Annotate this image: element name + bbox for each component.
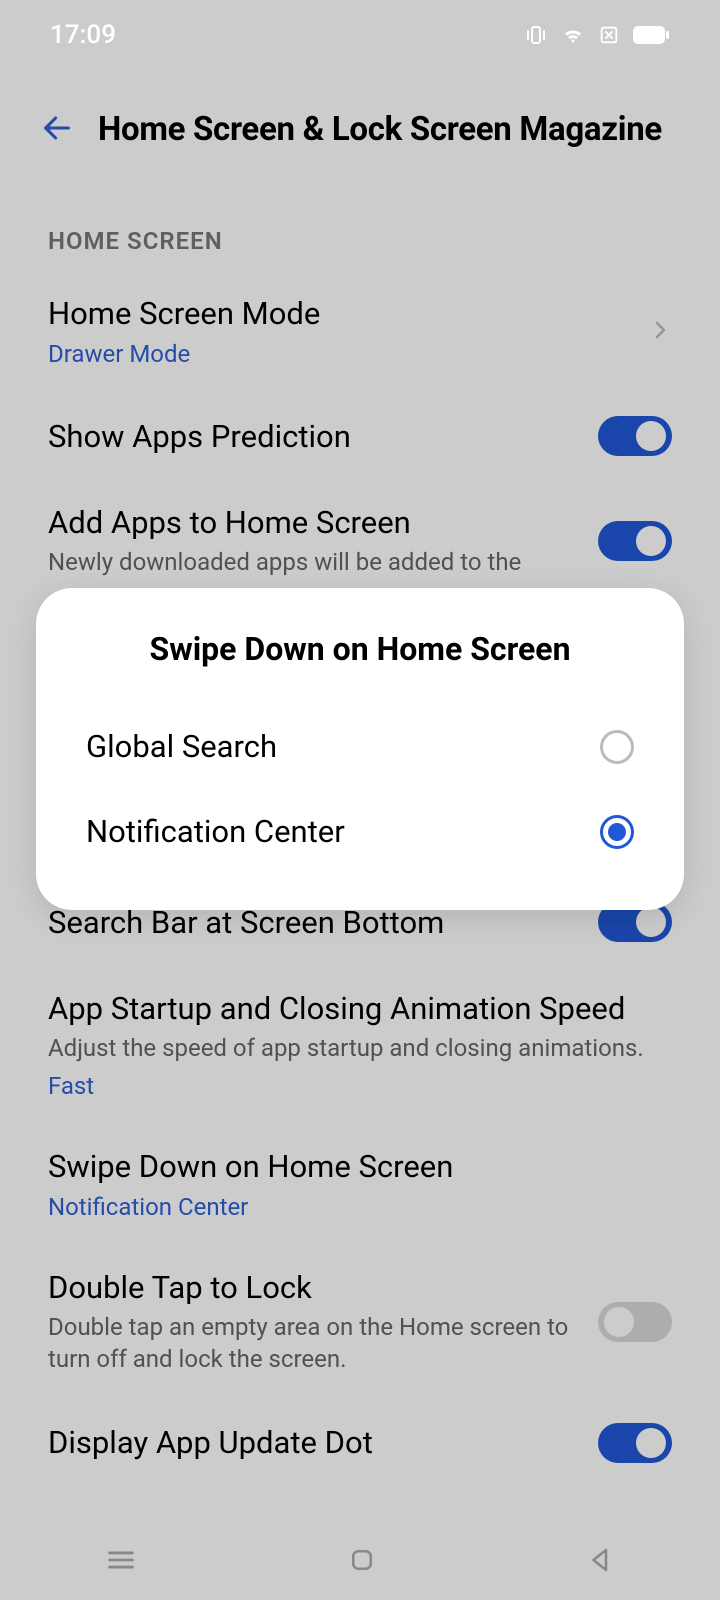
- dialog-title: Swipe Down on Home Screen: [36, 630, 684, 668]
- dialog-option-label: Notification Center: [86, 813, 345, 850]
- radio-notification-center[interactable]: [600, 815, 634, 849]
- battery-icon: [632, 25, 670, 45]
- status-bar: 17:09: [0, 0, 720, 70]
- wifi-icon: [560, 23, 586, 47]
- home-icon[interactable]: [347, 1545, 377, 1575]
- status-time: 17:09: [50, 20, 116, 50]
- system-nav-bar: [0, 1520, 720, 1600]
- swipe-down-dialog: Swipe Down on Home Screen Global Search …: [36, 588, 684, 910]
- recent-apps-icon[interactable]: [104, 1543, 138, 1577]
- radio-global-search[interactable]: [600, 730, 634, 764]
- status-icons: [524, 23, 670, 47]
- no-sim-icon: [598, 24, 620, 46]
- vibrate-icon: [524, 23, 548, 47]
- dialog-option-label: Global Search: [86, 728, 277, 765]
- dialog-option-global-search[interactable]: Global Search: [36, 704, 684, 789]
- back-icon[interactable]: [586, 1545, 616, 1575]
- dialog-option-notification-center[interactable]: Notification Center: [36, 789, 684, 874]
